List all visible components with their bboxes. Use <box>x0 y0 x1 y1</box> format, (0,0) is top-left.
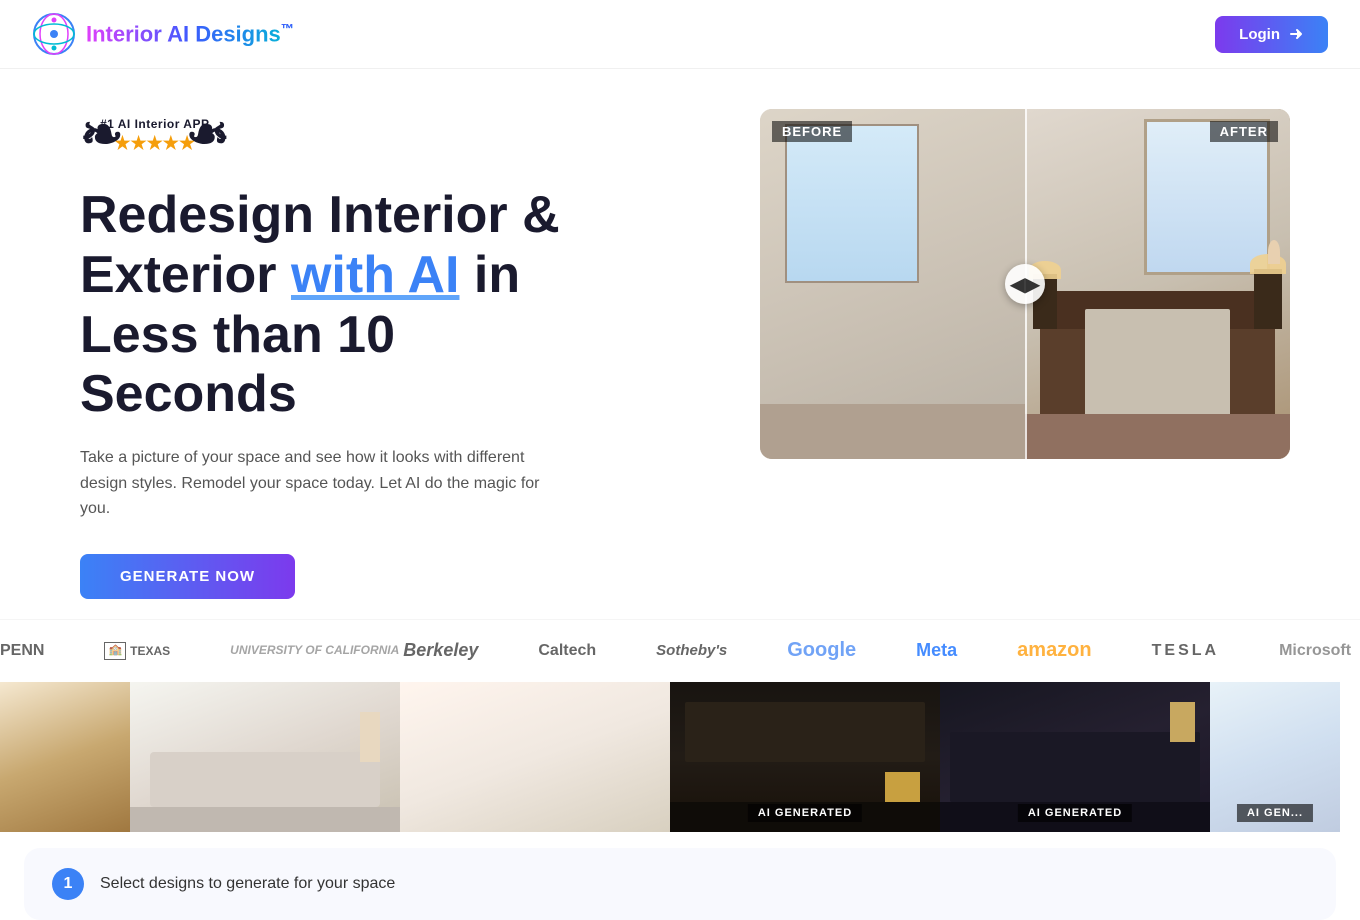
after-side: AFTER <box>1025 109 1290 459</box>
nav-title: Interior AI Designs™ <box>86 21 294 47</box>
gallery-4: AI GENERATED <box>670 682 940 832</box>
ai-generated-badge: AI GENERATED <box>1018 804 1132 822</box>
headline-part5: Seconds <box>80 365 297 423</box>
login-label: Login <box>1239 26 1280 43</box>
headline-part2: Exterior <box>80 246 291 304</box>
ai-generated-badge: AI GENERATED <box>748 804 862 822</box>
gallery-strip: AI GENERATED AI GENERATED AI GEN... <box>0 682 1360 832</box>
logo-penn: PENN <box>0 642 44 660</box>
headline-part1: Redesign Interior & <box>80 186 560 244</box>
before-after-slider[interactable]: BEFORE ◀▶ AFTER <box>760 109 1290 459</box>
before-label: BEFORE <box>772 121 852 142</box>
hero-headline: Redesign Interior & Exterior with AI in … <box>80 186 620 425</box>
hero-left: ❧ ❧ #1 AI Interior APP ★★★★★ Redesign In… <box>80 109 620 599</box>
navbar: Interior AI Designs™ Login <box>0 0 1360 69</box>
logo-caltech: Caltech <box>538 642 596 660</box>
logo-google: Google <box>787 639 856 662</box>
slider-button[interactable]: ◀▶ <box>1005 264 1045 304</box>
generate-label: GENERATE NOW <box>120 568 255 585</box>
badge-stars: ★★★★★ <box>114 133 195 154</box>
bedding <box>1085 309 1230 424</box>
headline-part4: Less than 10 <box>80 306 395 364</box>
laurel-left: ❧ <box>80 109 124 162</box>
gallery-5: AI GENERATED <box>940 682 1210 832</box>
logo-tesla: TESLA <box>1152 642 1219 660</box>
gallery-2 <box>130 682 400 832</box>
logo-icon <box>32 12 76 56</box>
logo-amazon: amazon <box>1017 639 1091 662</box>
flowers <box>1268 240 1280 264</box>
hero-subtext: Take a picture of your space and see how… <box>80 445 560 522</box>
arrow-right-icon <box>1288 26 1304 42</box>
gallery-3 <box>400 682 670 832</box>
hero-section: ❧ ❧ #1 AI Interior APP ★★★★★ Redesign In… <box>0 69 1360 619</box>
laurel-right: ❧ <box>186 109 230 162</box>
generate-button[interactable]: GENERATE NOW <box>80 554 295 599</box>
step-number: 1 <box>52 868 84 900</box>
award-badge-wrap: ❧ ❧ #1 AI Interior APP ★★★★★ <box>80 109 620 162</box>
logos-track: PENN 🏫TEXAS UNIVERSITY OF CALIFORNIABerkel… <box>0 638 1360 664</box>
before-room-art <box>760 109 1025 459</box>
before-side: BEFORE <box>760 109 1025 459</box>
after-label: AFTER <box>1210 121 1278 142</box>
award-badge: ❧ ❧ #1 AI Interior APP ★★★★★ <box>80 109 229 162</box>
nightstand <box>1254 269 1282 329</box>
logo-microsoft: Microsoft <box>1279 642 1351 660</box>
after-room-art <box>1025 109 1290 459</box>
logo-sotheby: Sotheby's <box>656 642 727 659</box>
logo-texas: 🏫TEXAS <box>104 642 170 659</box>
logo-meta: Meta <box>916 640 957 661</box>
gallery-1 <box>0 682 130 832</box>
nav-logo-group: Interior AI Designs™ <box>32 12 294 56</box>
login-button[interactable]: Login <box>1215 16 1328 53</box>
logo-berkeley: UNIVERSITY OF CALIFORNIABerkeley <box>230 640 478 661</box>
step-text: Select designs to generate for your spac… <box>100 875 395 893</box>
headline-part3: in <box>459 246 520 304</box>
gallery-6: AI GEN... <box>1210 682 1340 832</box>
headline-with-ai: with AI <box>291 246 460 304</box>
logos-strip: PENN 🏫TEXAS UNIVERSITY OF CALIFORNIABerkel… <box>0 619 1360 682</box>
hero-right: BEFORE ◀▶ AFTER <box>760 109 1300 459</box>
ai-generated-badge: AI GEN... <box>1237 804 1313 822</box>
